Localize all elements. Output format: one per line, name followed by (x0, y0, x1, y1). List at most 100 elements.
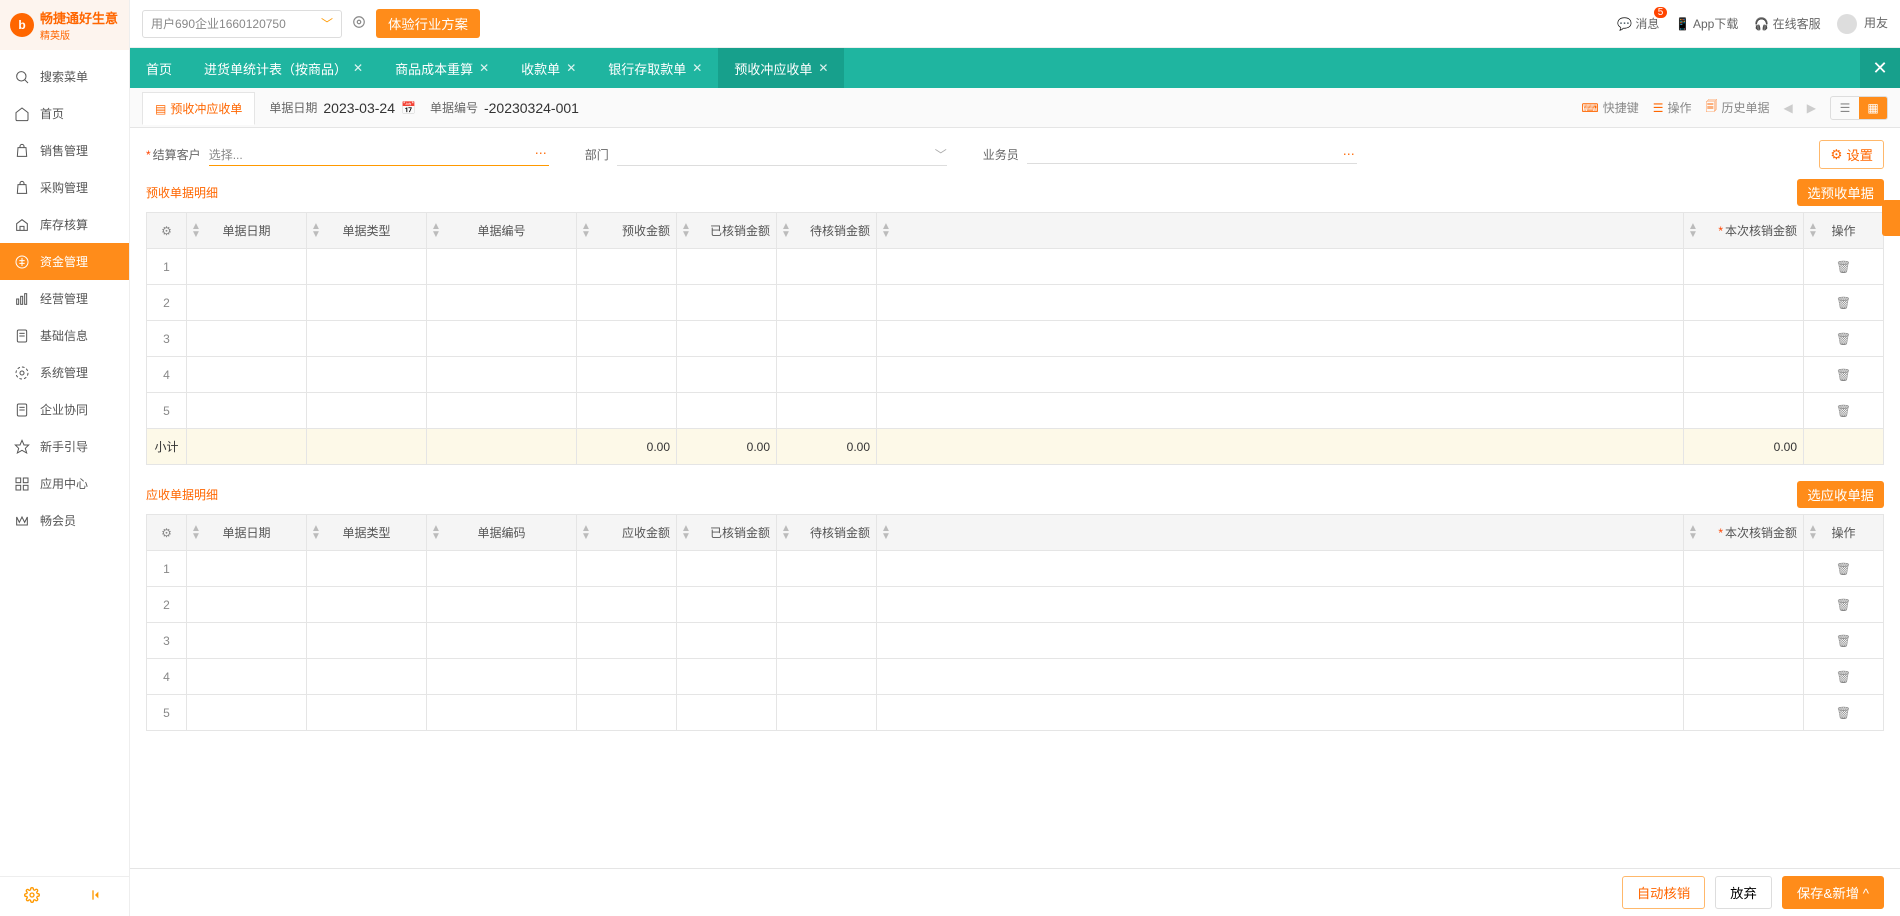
sort-icon[interactable]: ▲▼ (431, 223, 441, 239)
cell[interactable] (307, 695, 427, 731)
cell[interactable] (577, 393, 677, 429)
cell[interactable] (677, 321, 777, 357)
sort-icon[interactable]: ▲▼ (781, 223, 791, 239)
save-new-button[interactable]: 保存&新增 ^ (1782, 876, 1884, 909)
cell[interactable] (1684, 357, 1804, 393)
cell[interactable] (577, 587, 677, 623)
cell[interactable] (427, 393, 577, 429)
cell[interactable] (1684, 393, 1804, 429)
sort-icon[interactable]: ▲▼ (781, 525, 791, 541)
sort-icon[interactable]: ▲▼ (681, 525, 691, 541)
document-tab[interactable]: ▤ 预收冲应收单 (142, 92, 255, 125)
company-gear-icon[interactable] (352, 15, 366, 32)
cell[interactable] (1684, 551, 1804, 587)
sort-icon[interactable]: ▲▼ (1808, 223, 1818, 239)
cell[interactable] (577, 623, 677, 659)
cell[interactable] (877, 357, 1684, 393)
sort-icon[interactable]: ▲▼ (191, 525, 201, 541)
table-row[interactable]: 2🗑 (147, 285, 1884, 321)
cell[interactable] (427, 357, 577, 393)
sort-icon[interactable]: ▲▼ (881, 223, 891, 239)
cell[interactable] (1684, 587, 1804, 623)
prev-doc[interactable]: ◀ (1784, 101, 1793, 115)
table-row[interactable]: 1🗑 (147, 551, 1884, 587)
settings-button[interactable]: ⚙ 设置 (1819, 140, 1884, 169)
table-row[interactable]: 5🗑 (147, 393, 1884, 429)
close-icon[interactable]: ✕ (818, 61, 828, 75)
cell[interactable] (677, 285, 777, 321)
tab-4[interactable]: 银行存取款单✕ (592, 48, 718, 88)
app-download-link[interactable]: 📱 App下载 (1675, 15, 1738, 32)
table-row[interactable]: 5🗑 (147, 695, 1884, 731)
delete-row-icon[interactable]: 🗑 (1836, 332, 1851, 346)
cell[interactable] (777, 393, 877, 429)
table-row[interactable]: 3🗑 (147, 623, 1884, 659)
col-header[interactable]: ▲▼单据编码 (427, 515, 577, 551)
collapse-icon[interactable] (89, 887, 105, 906)
cell[interactable] (877, 659, 1684, 695)
cell[interactable] (877, 587, 1684, 623)
col-header[interactable]: ▲▼已核销金额 (677, 213, 777, 249)
close-icon[interactable]: ✕ (566, 61, 576, 75)
sort-icon[interactable]: ▲▼ (311, 525, 321, 541)
col-header[interactable]: ▲▼操作 (1804, 515, 1884, 551)
trial-button[interactable]: 体验行业方案 (376, 9, 480, 38)
delete-row-icon[interactable]: 🗑 (1836, 670, 1851, 684)
cell[interactable] (427, 321, 577, 357)
col-header[interactable]: ▲▼单据类型 (307, 515, 427, 551)
col-header[interactable]: ▲▼待核销金额 (777, 515, 877, 551)
cell[interactable] (677, 659, 777, 695)
cell[interactable] (577, 249, 677, 285)
table-row[interactable]: 4🗑 (147, 659, 1884, 695)
cell[interactable] (187, 659, 307, 695)
sort-icon[interactable]: ▲▼ (1688, 525, 1698, 541)
close-icon[interactable]: ✕ (692, 61, 702, 75)
cell[interactable] (777, 587, 877, 623)
date-value[interactable]: 2023-03-24 (323, 100, 395, 116)
cell[interactable] (877, 285, 1684, 321)
cell[interactable] (187, 551, 307, 587)
table-row[interactable]: 3🗑 (147, 321, 1884, 357)
cell[interactable] (187, 357, 307, 393)
sidebar-item-8[interactable]: 系统管理 (0, 354, 129, 391)
close-icon[interactable]: ✕ (353, 61, 363, 75)
cell[interactable] (777, 623, 877, 659)
cell[interactable] (577, 321, 677, 357)
col-header[interactable]: ▲▼单据类型 (307, 213, 427, 249)
col-header[interactable]: ▲▼单据日期 (187, 515, 307, 551)
auto-match-button[interactable]: 自动核销 (1622, 876, 1705, 909)
sidebar-item-4[interactable]: 库存核算 (0, 206, 129, 243)
col-header[interactable]: ▲▼待核销金额 (777, 213, 877, 249)
cell[interactable] (677, 551, 777, 587)
col-header[interactable]: ▲▼单据编号 (427, 213, 577, 249)
col-header[interactable]: ▲▼本次核销金额 (1684, 213, 1804, 249)
right-rail-tab[interactable] (1882, 200, 1900, 236)
cell[interactable] (307, 659, 427, 695)
cell[interactable] (1684, 285, 1804, 321)
cell[interactable] (877, 321, 1684, 357)
discard-button[interactable]: 放弃 (1715, 876, 1772, 909)
cell[interactable] (877, 249, 1684, 285)
gear-column-icon[interactable]: ⚙ (147, 515, 187, 551)
cell[interactable] (777, 285, 877, 321)
col-header[interactable]: ▲▼ (877, 213, 1684, 249)
cell[interactable] (427, 551, 577, 587)
delete-row-icon[interactable]: 🗑 (1836, 598, 1851, 612)
cell[interactable] (1684, 623, 1804, 659)
col-header[interactable]: ▲▼ (877, 515, 1684, 551)
delete-row-icon[interactable]: 🗑 (1836, 404, 1851, 418)
delete-row-icon[interactable]: 🗑 (1836, 634, 1851, 648)
col-header[interactable]: ▲▼已核销金额 (677, 515, 777, 551)
next-doc[interactable]: ▶ (1807, 101, 1816, 115)
gear-column-icon[interactable]: ⚙ (147, 213, 187, 249)
sidebar-item-7[interactable]: 基础信息 (0, 317, 129, 354)
table-row[interactable]: 4🗑 (147, 357, 1884, 393)
sidebar-item-12[interactable]: 畅会员 (0, 502, 129, 539)
sort-icon[interactable]: ▲▼ (581, 223, 591, 239)
cell[interactable] (187, 623, 307, 659)
cell[interactable] (307, 587, 427, 623)
cell[interactable] (427, 285, 577, 321)
sort-icon[interactable]: ▲▼ (431, 525, 441, 541)
table-row[interactable]: 1🗑 (147, 249, 1884, 285)
cell[interactable] (187, 587, 307, 623)
